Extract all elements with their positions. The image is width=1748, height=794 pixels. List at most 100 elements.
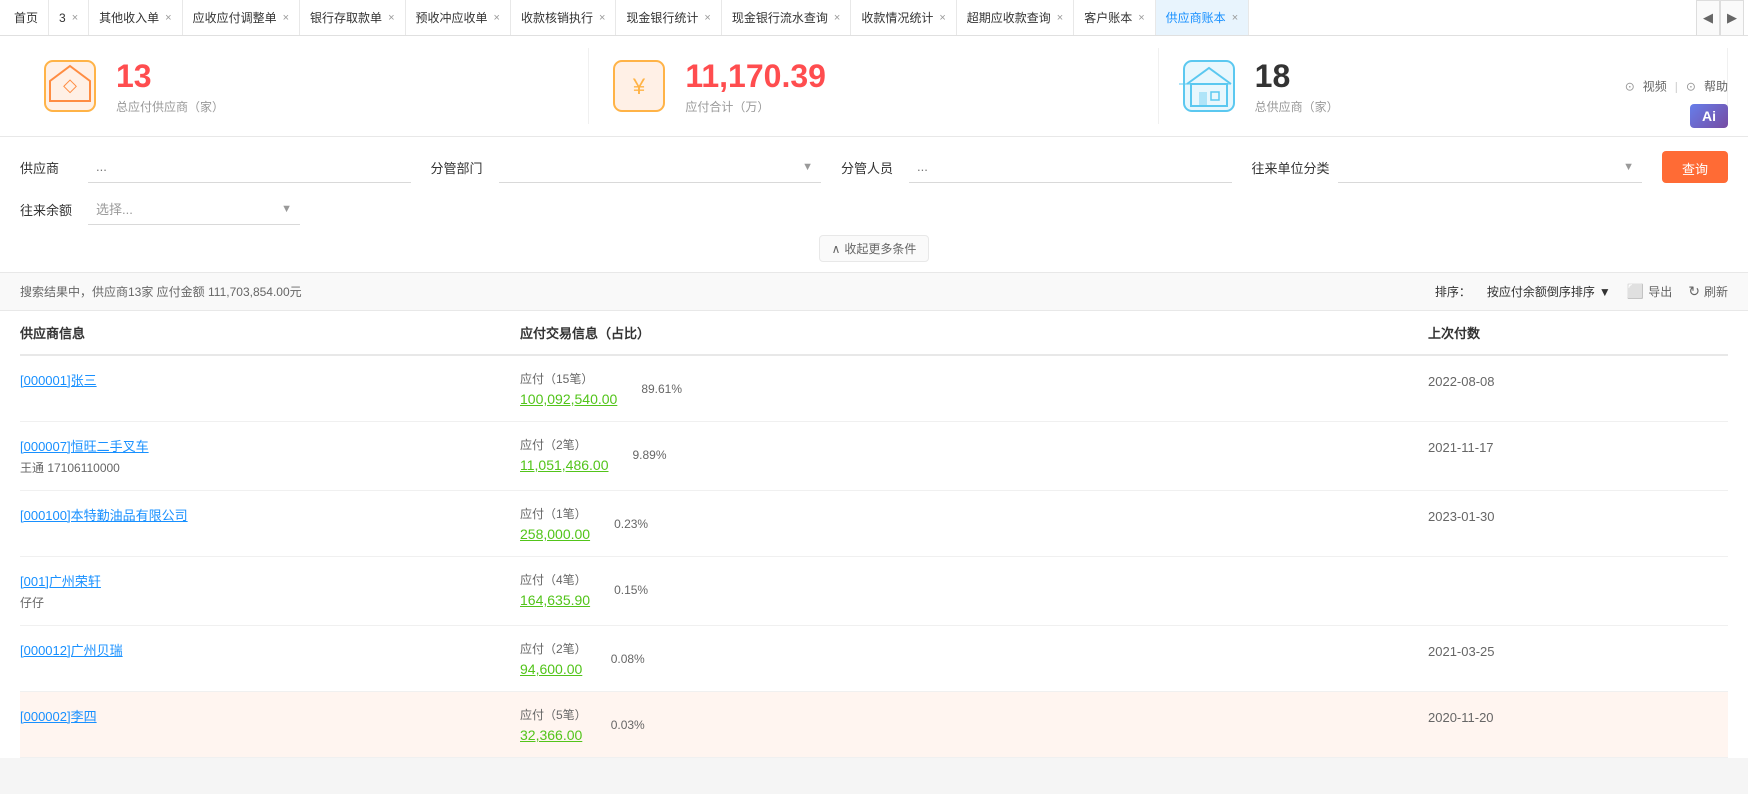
stat-block-total-payable: ¥ 11,170.39 应付合计（万）	[589, 48, 1158, 124]
table-row: [000100]本特勤油品有限公司 应付（1笔） 258,000.00 0.23…	[20, 491, 1728, 557]
transaction-info-4: 应付（2笔） 94,600.00 0.08%	[520, 640, 1428, 677]
nav-tab-3[interactable]: 3 ×	[49, 0, 89, 36]
tx-label-5: 应付（5笔）	[520, 706, 587, 723]
total-payable-icon: ¥	[609, 56, 669, 116]
close-tab-pre-recv[interactable]: ×	[494, 12, 500, 24]
nav-tab-home[interactable]: 首页	[4, 0, 49, 36]
unit-type-label: 往来单位分类	[1252, 158, 1330, 177]
close-tab-customer-ledger[interactable]: ×	[1138, 12, 1144, 24]
svg-text:¥: ¥	[632, 74, 646, 99]
sort-value: 按应付余额倒序排序	[1487, 283, 1595, 300]
last-payment-0: 2022-08-08	[1428, 370, 1728, 389]
nav-tab-overdue-recv[interactable]: 超期应收款查询 ×	[957, 0, 1074, 36]
supplier-info-3: [001]广州荣轩 仔仔	[20, 571, 520, 611]
sort-arrow: ▼	[1599, 285, 1611, 299]
close-tab-recv-stat[interactable]: ×	[939, 12, 945, 24]
nav-tab-cash-bank-stat[interactable]: 现金银行统计 ×	[616, 0, 721, 36]
nav-tab-pre-recv[interactable]: 预收冲应收单 ×	[406, 0, 511, 36]
results-actions: 排序： 按应付余额倒序排序 ▼ ⬜ 导出 ↻ 刷新	[1435, 283, 1728, 300]
supplier-input[interactable]	[88, 151, 411, 183]
header-stats: ◇ 13 总应付供应商（家） ¥ 11,170.39 应付合计（万）	[0, 36, 1748, 137]
tx-amount-5[interactable]: 32,366.00	[520, 727, 587, 743]
transaction-detail-1: 应付（2笔） 11,051,486.00	[520, 436, 609, 473]
query-button[interactable]: 查询	[1662, 151, 1728, 183]
close-tab-cash-flow[interactable]: ×	[834, 12, 840, 24]
nav-tab-other-income[interactable]: 其他收入单 ×	[89, 0, 182, 36]
nav-next-arrow[interactable]: ▶	[1720, 0, 1744, 36]
tx-label-1: 应付（2笔）	[520, 436, 609, 453]
nav-tab-ar-ap-adjust[interactable]: 应收应付调整单 ×	[183, 0, 300, 36]
video-link[interactable]: 视频	[1643, 78, 1667, 95]
supplier-link-1[interactable]: [000007]恒旺二手叉车	[20, 439, 149, 454]
sort-select[interactable]: 按应付余额倒序排序 ▼	[1487, 283, 1611, 300]
nav-tab-recv-stat[interactable]: 收款情况统计 ×	[851, 0, 956, 36]
nav-tab-customer-ledger[interactable]: 客户账本 ×	[1074, 0, 1155, 36]
close-tab-other-income[interactable]: ×	[165, 12, 171, 24]
table-row: [000012]广州贝瑞 应付（2笔） 94,600.00 0.08% 2021…	[20, 626, 1728, 692]
nav-tab-bank-deposit[interactable]: 银行存取款单 ×	[300, 0, 405, 36]
transaction-info-1: 应付（2笔） 11,051,486.00 9.89%	[520, 436, 1428, 473]
svg-text:◇: ◇	[63, 75, 77, 95]
person-input[interactable]	[909, 151, 1232, 183]
dept-select[interactable]: ▼	[499, 151, 822, 183]
transaction-detail-5: 应付（5笔） 32,366.00	[520, 706, 587, 743]
results-bar: 搜索结果中，供应商13家 应付金额 111,703,854.00元 排序： 按应…	[0, 273, 1748, 311]
top-navigation: 首页 3 × 其他收入单 × 应收应付调整单 × 银行存取款单 × 预收冲应收单…	[0, 0, 1748, 36]
tx-amount-2[interactable]: 258,000.00	[520, 526, 590, 542]
last-payment-1: 2021-11-17	[1428, 436, 1728, 455]
col-header-last-payment: 上次付数	[1428, 323, 1728, 342]
supplier-info-2: [000100]本特勤油品有限公司	[20, 505, 520, 524]
refresh-icon: ↻	[1688, 283, 1700, 300]
collapse-button[interactable]: ∧ 收起更多条件	[819, 235, 930, 262]
nav-tab-payment-exec[interactable]: 收款核销执行 ×	[511, 0, 616, 36]
close-tab-payment-exec[interactable]: ×	[599, 12, 605, 24]
tx-amount-0[interactable]: 100,092,540.00	[520, 391, 617, 407]
dept-label: 分管部门	[431, 158, 491, 177]
tx-percent-2: 0.23%	[614, 517, 648, 531]
supplier-link-5[interactable]: [000002]李四	[20, 709, 97, 724]
ai-badge[interactable]: Ai	[1690, 104, 1728, 128]
nav-prev-arrow[interactable]: ◀	[1696, 0, 1720, 36]
supplier-link-2[interactable]: [000100]本特勤油品有限公司	[20, 508, 188, 523]
transaction-detail-0: 应付（15笔） 100,092,540.00	[520, 370, 617, 407]
tx-label-2: 应付（1笔）	[520, 505, 590, 522]
table-body: [000001]张三 应付（15笔） 100,092,540.00 89.61%…	[20, 356, 1728, 758]
supplier-info-4: [000012]广州贝瑞	[20, 640, 520, 659]
unit-type-dropdown-arrow: ▼	[1623, 161, 1634, 173]
unit-type-select[interactable]: ▼	[1338, 151, 1642, 183]
supplier-sub-3: 仔仔	[20, 594, 520, 611]
help-link[interactable]: 帮助	[1704, 78, 1728, 95]
stat-content-3: 18 总供应商（家）	[1255, 57, 1339, 114]
last-payment-4: 2021-03-25	[1428, 640, 1728, 659]
nav-tab-supplier-ledger[interactable]: 供应商账本 ×	[1156, 0, 1249, 36]
tx-amount-3[interactable]: 164,635.90	[520, 592, 590, 608]
tx-amount-1[interactable]: 11,051,486.00	[520, 457, 609, 473]
close-tab-supplier-ledger[interactable]: ×	[1232, 12, 1238, 24]
transaction-info-2: 应付（1笔） 258,000.00 0.23%	[520, 505, 1428, 542]
supplier-link-3[interactable]: [001]广州荣轩	[20, 574, 101, 589]
table-row: [001]广州荣轩 仔仔 应付（4笔） 164,635.90 0.15%	[20, 557, 1728, 626]
close-tab-cash-bank-stat[interactable]: ×	[704, 12, 710, 24]
refresh-button[interactable]: ↻ 刷新	[1688, 283, 1728, 300]
balance-dropdown-arrow: ▼	[281, 203, 292, 215]
close-tab-bank-deposit[interactable]: ×	[388, 12, 394, 24]
balance-label: 往来余额	[20, 200, 80, 219]
export-button[interactable]: ⬜ 导出	[1627, 283, 1672, 300]
close-tab-ar-ap-adjust[interactable]: ×	[283, 12, 289, 24]
filter-item-person: 分管人员	[841, 151, 1232, 183]
close-tab-overdue-recv[interactable]: ×	[1057, 12, 1063, 24]
collapse-icon: ∧	[832, 242, 841, 256]
nav-tab-cash-flow[interactable]: 现金银行流水查询 ×	[722, 0, 851, 36]
tx-label-4: 应付（2笔）	[520, 640, 587, 657]
divider: |	[1675, 79, 1678, 93]
balance-select[interactable]: 选择... ▼	[88, 193, 300, 225]
close-tab-3[interactable]: ×	[72, 12, 78, 24]
tx-percent-1: 9.89%	[633, 448, 667, 462]
tx-label-3: 应付（4笔）	[520, 571, 590, 588]
tx-amount-4[interactable]: 94,600.00	[520, 661, 587, 677]
stat-content-1: 13 总应付供应商（家）	[116, 57, 224, 114]
supplier-link-4[interactable]: [000012]广州贝瑞	[20, 643, 123, 658]
stat-block-suppliers-payable: ◇ 13 总应付供应商（家）	[20, 48, 589, 124]
filter-item-unit-type: 往来单位分类 ▼	[1252, 151, 1643, 183]
supplier-link-0[interactable]: [000001]张三	[20, 373, 97, 388]
